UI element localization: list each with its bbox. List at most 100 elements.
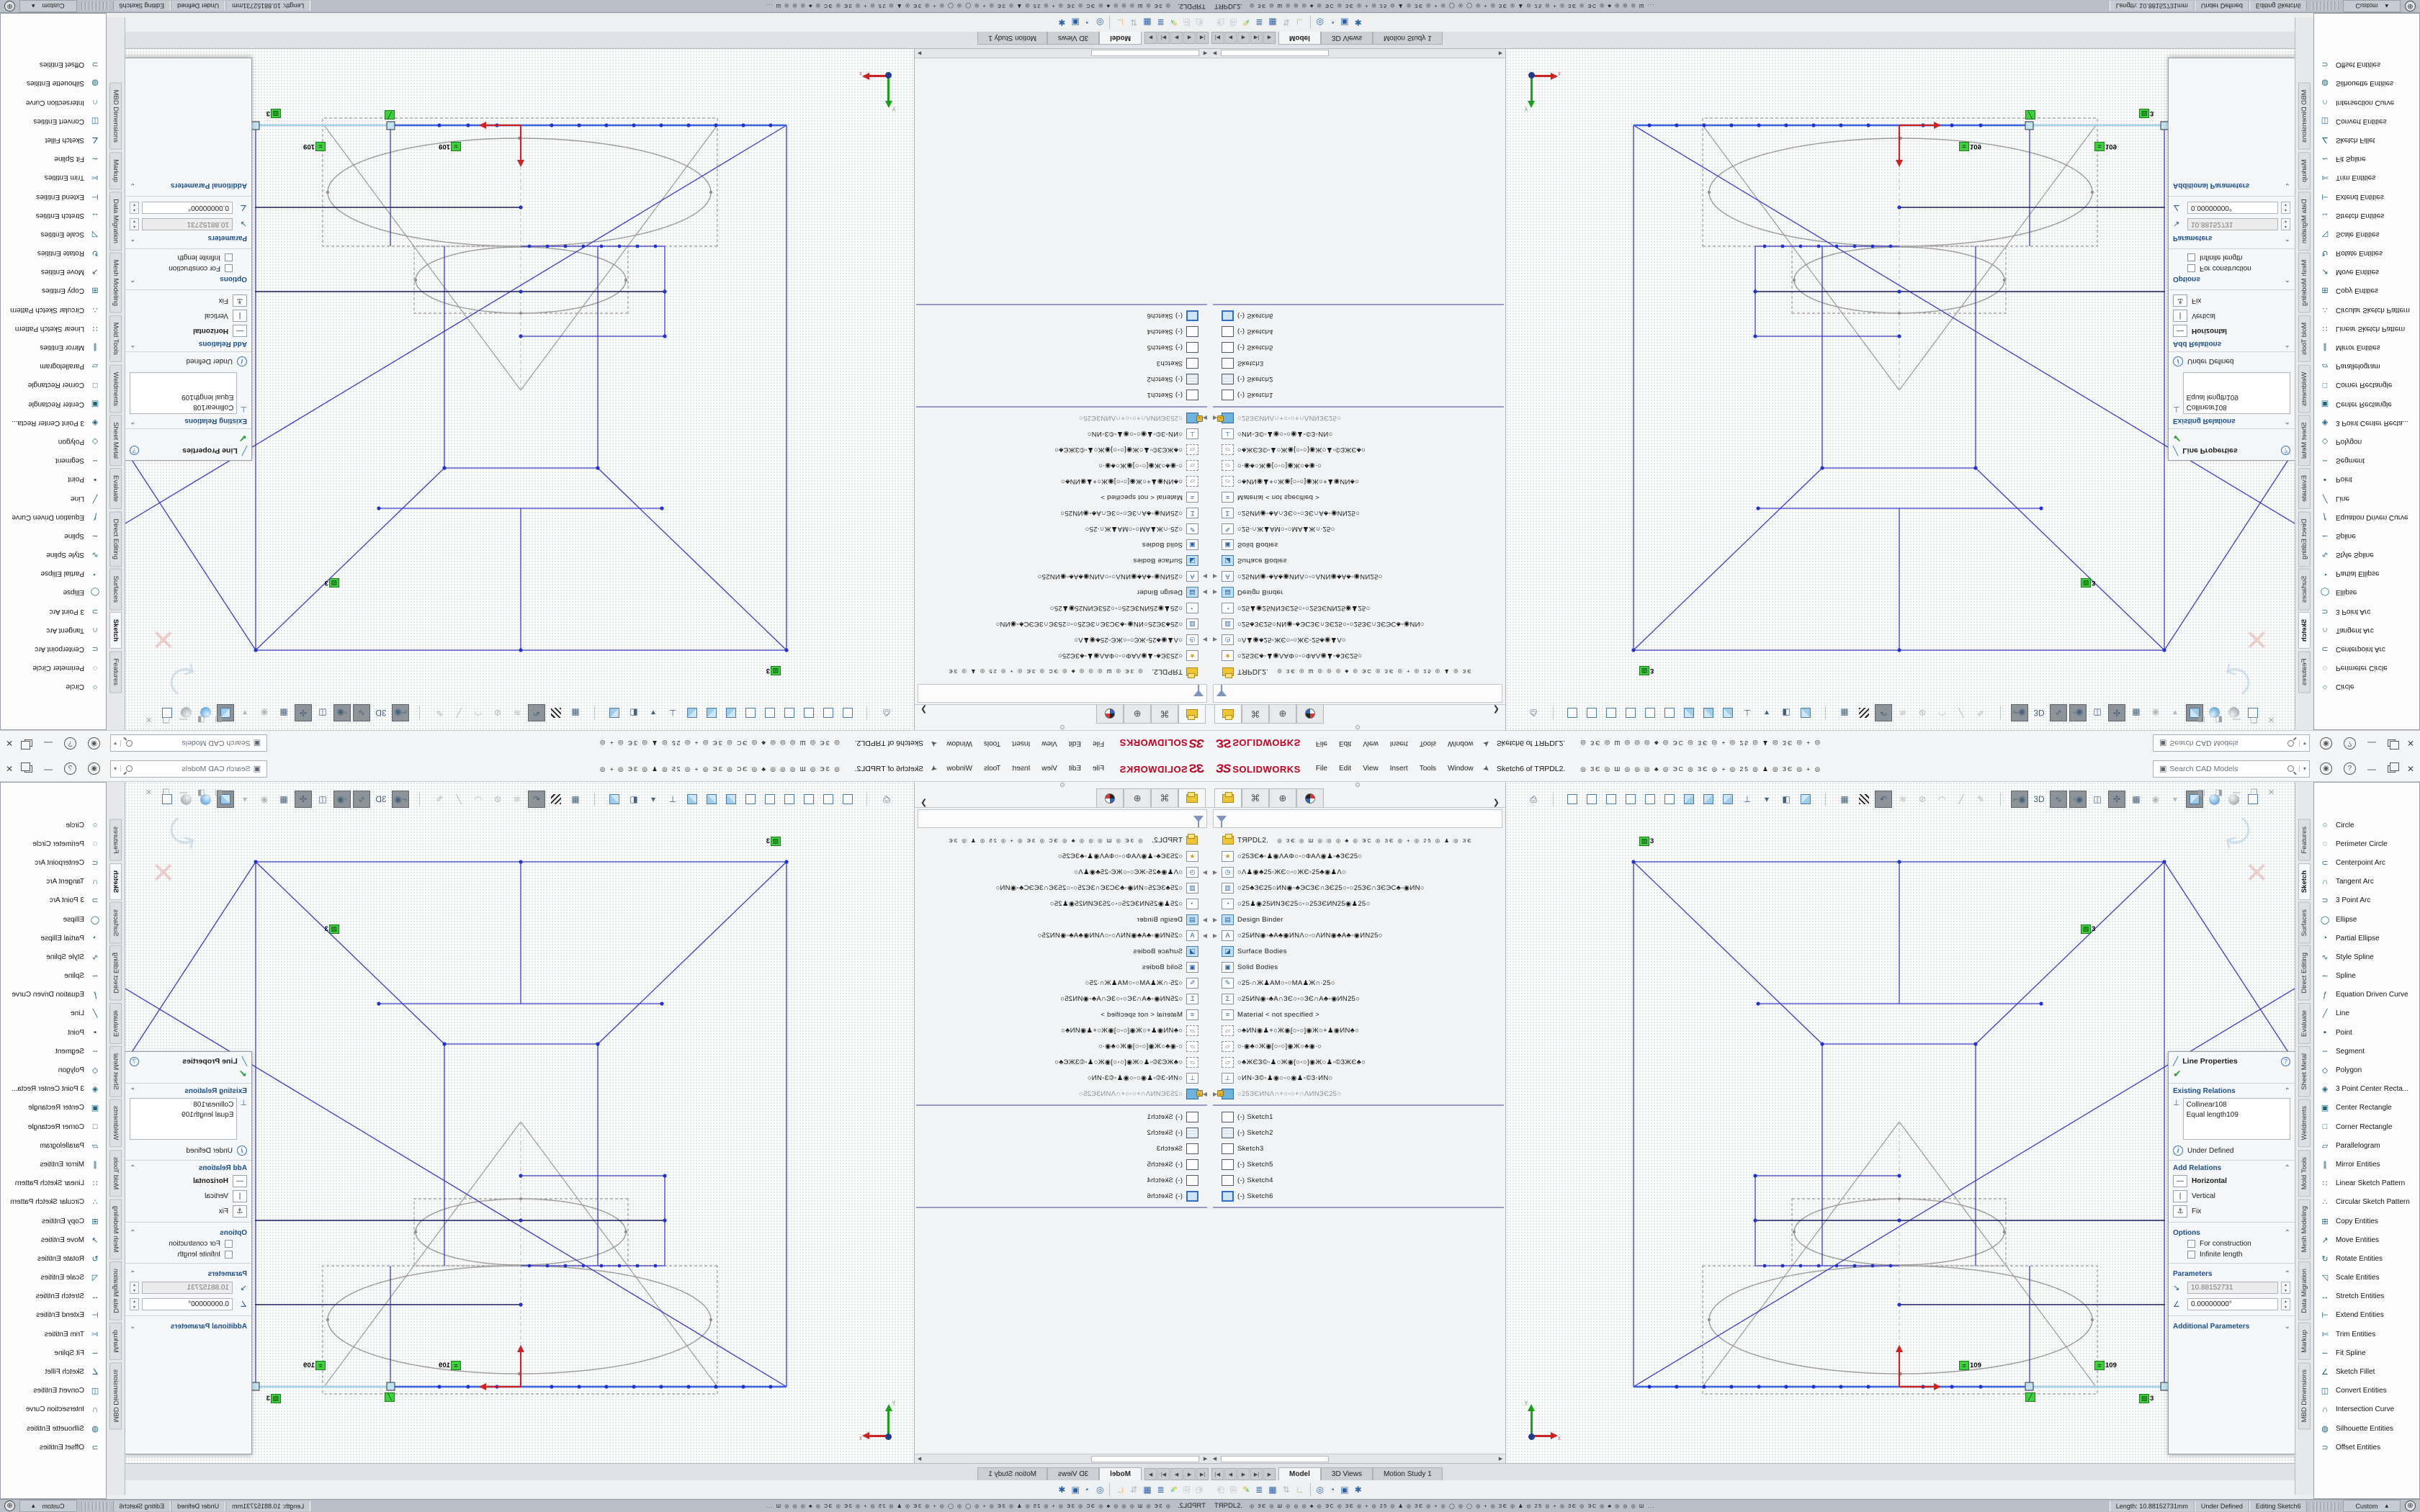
tree-item[interactable]: ▶▤Design Binder	[916, 912, 1207, 927]
tab-nav-icon[interactable]: ▶|	[1157, 32, 1170, 44]
view-points-icon[interactable]: ◦◉	[2069, 791, 2087, 808]
save-icon[interactable]: ▦	[1836, 704, 1853, 721]
flyout-item-equation-driven-curve[interactable]: ƒEquation Driven Curve	[2314, 986, 2419, 1004]
reload-circle-icon[interactable]: ◎	[1096, 1485, 1103, 1495]
relations-list[interactable]: Collinear108Equal length109	[2183, 372, 2290, 414]
command-tab-markup[interactable]: Markup	[109, 152, 122, 189]
confirm-sketch-icon[interactable]: ⤾	[2219, 655, 2257, 701]
flyout-item-scale-entities[interactable]: ◹Scale Entities	[1, 1269, 106, 1287]
tree-item[interactable]: ◔○25♟◉25ИNЗЄ25○◦○25ЗЄИN25◉♟25○	[1213, 896, 1504, 912]
tree-item[interactable]: ▥○25♣ЗЄ25○ИN◉◦♣ЭСЗЄ∩ЗЄ25○◦○25ЗЄ∩ЗЄЭС♣◦◉И…	[916, 616, 1207, 632]
flyout-item-offset-entities[interactable]: ⊃Offset Entities	[2314, 55, 2419, 74]
checkbox-icon[interactable]	[2187, 264, 2195, 272]
line-format-icon[interactable]: ≣	[1255, 17, 1263, 27]
flyout-item-polygon[interactable]: ◇Polygon	[1, 1061, 106, 1079]
curvature-icon[interactable]: ◠	[1933, 704, 1950, 721]
pin-icon[interactable]: ➤	[928, 738, 939, 750]
isometric-view-icon[interactable]	[1680, 704, 1698, 721]
hatch-icon[interactable]: ▦	[1268, 1485, 1276, 1495]
tree-item[interactable]: ▶A○25ИN◉◦♣А♣◉ИNΛ○◦○ΛИN◉♣А♣◦◉ИN25○	[1213, 569, 1504, 585]
panel-help-icon[interactable]: ?	[2281, 446, 2290, 456]
grid-icon[interactable]: ▦	[2128, 791, 2145, 808]
add-relations-header[interactable]: Add Relations⌃	[125, 338, 251, 351]
front-view-cube-icon[interactable]	[839, 791, 856, 808]
3d-sketch-icon[interactable]: 3D	[2030, 704, 2048, 721]
expand-arrow-icon[interactable]: ▶	[1213, 917, 1222, 923]
tab-nav-icon[interactable]: ▶	[1170, 32, 1183, 44]
next-document-icon[interactable]: ◨	[197, 788, 205, 797]
3d-sketch-icon[interactable]: 3D	[372, 791, 390, 808]
length-input[interactable]: 10.88152731	[2187, 218, 2278, 230]
section-view-icon[interactable]: ≋	[1894, 704, 1912, 721]
hatch-icon[interactable]: ▦	[1143, 17, 1151, 27]
flyout-item-3-point-center-recta-[interactable]: ◈3 Point Center Recta...	[2314, 1080, 2419, 1099]
save-icon[interactable]: ▦	[567, 791, 584, 808]
menu-view[interactable]: View	[1358, 737, 1384, 750]
command-tab-features[interactable]: Features	[109, 819, 122, 861]
command-tab-features[interactable]: Features	[2298, 652, 2311, 693]
panel-splitter-handle[interactable]	[1210, 782, 1505, 788]
dropdown-caret-icon[interactable]: ▾	[2166, 704, 2184, 721]
tree-item[interactable]: ★○25ЗЄ♣◦♟◉ΛАΦ○◦○ФАΛ◉♟◦♣ЗЄ25○	[1213, 848, 1504, 864]
command-tab-mesh-modeling[interactable]: Mesh Modeling	[2298, 253, 2311, 313]
options-header[interactable]: Options⌃	[2169, 1225, 2295, 1238]
tree-item[interactable]: ▥○25♣ЗЄ25○ИN◉◦♣ЭСЗЄ∩ЗЄ25○◦○25ЗЄ∩ЗЄЭС♣◦◉И…	[1213, 616, 1504, 632]
ok-button[interactable]: ✔	[125, 428, 251, 444]
exit-sketch-icon[interactable]: ↶	[1875, 791, 1892, 808]
3d-sketch-icon[interactable]: 3D	[2030, 791, 2048, 808]
existing-relations-header[interactable]: Existing Relations⌃	[125, 1084, 251, 1097]
tab-propertymanager[interactable]: ⌘	[1151, 705, 1178, 724]
tree-item-sketch[interactable]: (-) Sketch6	[916, 308, 1207, 324]
sketch-confirmation-corner[interactable]: ⤾ ✕	[2187, 819, 2273, 899]
length-input[interactable]: 10.88152731	[2187, 1282, 2278, 1294]
tree-item[interactable]: ◪Surface Bodies	[1213, 553, 1504, 569]
add-relation-fix[interactable]: ⚓Fix	[2169, 293, 2295, 308]
menu-file[interactable]: File	[1311, 762, 1332, 775]
appearance-brush-icon[interactable]: ✎	[1170, 1485, 1178, 1495]
tab-configurationmanager[interactable]: ⊕	[1124, 788, 1151, 807]
tree-horizontal-scrollbar[interactable]: ◀ ▶	[915, 49, 1210, 58]
expand-arrow-icon[interactable]: ▶	[1213, 574, 1222, 580]
tree-item-sketch[interactable]: (-) Sketch6	[1213, 1188, 1504, 1204]
option-for-construction[interactable]: For construction	[2169, 263, 2295, 274]
tree-filter-box[interactable]	[1213, 809, 1502, 828]
flyout-item-style-spline[interactable]: ∿Style Spline	[2314, 546, 2419, 564]
child-close-icon[interactable]: ✕	[2268, 788, 2275, 797]
add-relation-vertical[interactable]: |Vertical	[125, 1189, 251, 1204]
expand-panel-chevron-icon[interactable]: ❯	[1493, 705, 1500, 714]
tree-item[interactable]: ✎○25∙∩Ж♟АМ○◦○МА♟Ж∩∙25○	[916, 521, 1207, 537]
next-document-icon[interactable]: ◨	[197, 715, 205, 724]
tab-propertymanager[interactable]: ⌘	[1151, 788, 1178, 807]
child-close-icon[interactable]: ✕	[2268, 715, 2275, 724]
command-tab-direct-editing[interactable]: Direct Editing	[109, 945, 122, 1001]
tab-nav-icon[interactable]: ▶	[1237, 1468, 1250, 1480]
flyout-item-move-entities[interactable]: ↗Move Entities	[2314, 263, 2419, 282]
add-relation-vertical[interactable]: |Vertical	[2169, 1189, 2295, 1204]
relation-entry[interactable]: Equal length109	[133, 1110, 233, 1120]
view-axes-icon[interactable]: ✣	[2108, 791, 2125, 808]
close-icon[interactable]: ✕	[2407, 739, 2414, 749]
shadow-cube-icon[interactable]	[606, 791, 623, 808]
bottom-tab-motion-study-1[interactable]: Motion Study 1	[1373, 1467, 1443, 1480]
flyout-item-ellipse[interactable]: ◯Ellipse	[1, 583, 106, 602]
pin-icon[interactable]: ➤	[928, 763, 939, 775]
tree-item-sketch[interactable]: (-) Sketch2	[1213, 372, 1504, 387]
tree-item-sketch[interactable]: (-) Sketch6	[916, 1188, 1207, 1204]
previous-document-icon[interactable]: ◧	[2197, 788, 2205, 797]
flyout-item-perimeter-circle[interactable]: ◌Perimeter Circle	[1, 834, 106, 853]
trimetric-view-icon[interactable]	[1700, 791, 1717, 808]
tree-item[interactable]: ▶▤Design Binder	[1213, 585, 1504, 600]
flyout-item-ellipse[interactable]: ◯Ellipse	[2314, 583, 2419, 602]
zebra-stripes-icon[interactable]	[1855, 704, 1873, 721]
help-icon[interactable]: ?	[64, 737, 76, 750]
child-minimize-icon[interactable]: —	[2233, 716, 2241, 724]
child-minimize-icon[interactable]: —	[2233, 788, 2241, 797]
tree-item-sketch[interactable]: (-) Sketch5	[1213, 1156, 1504, 1172]
command-tab-evaluate[interactable]: Evaluate	[2298, 468, 2311, 509]
tree-item[interactable]: ▱○♣ИN◉♟+○Ж◉[○◦○]◉Ж○+♟◉ИN♣○	[916, 1022, 1207, 1038]
folder-check-icon[interactable]: ▣	[1071, 1485, 1079, 1495]
search-icon[interactable]	[2287, 765, 2294, 772]
restore-icon[interactable]	[24, 765, 32, 773]
flyout-item-intersection-curve[interactable]: ∩Intersection Curve	[1, 93, 106, 112]
tree-item[interactable]: ▱○♣ИN◉♟+○Ж◉[○◦○]◉Ж○+♟◉ИN♣○	[916, 474, 1207, 490]
